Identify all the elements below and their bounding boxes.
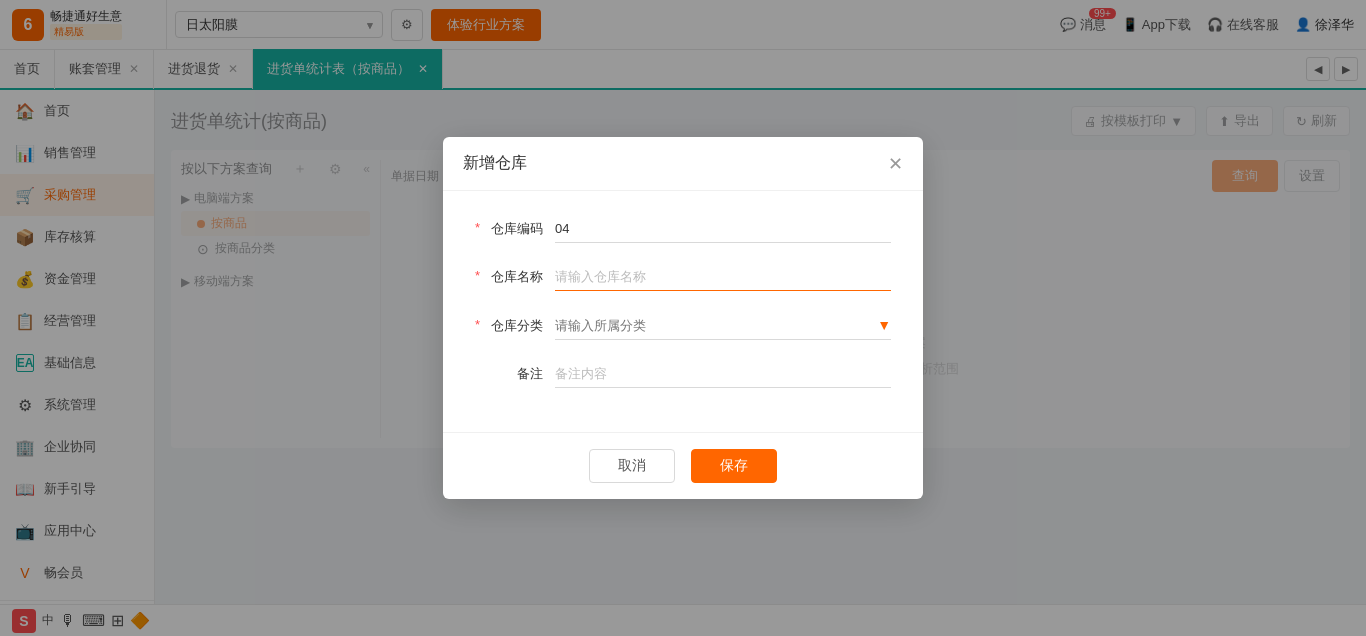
- save-btn[interactable]: 保存: [691, 449, 777, 483]
- modal-overlay: 新增仓库 ✕ 仓库编码 仓库名称 仓库分类 ▼: [0, 0, 1366, 636]
- dialog-new-warehouse: 新增仓库 ✕ 仓库编码 仓库名称 仓库分类 ▼: [443, 137, 923, 499]
- dialog-close-btn[interactable]: ✕: [888, 155, 903, 173]
- dialog-header: 新增仓库 ✕: [443, 137, 923, 191]
- warehouse-category-label: 仓库分类: [475, 317, 555, 335]
- cancel-btn[interactable]: 取消: [589, 449, 675, 483]
- warehouse-category-input[interactable]: [555, 318, 877, 333]
- form-row-category: 仓库分类 ▼: [475, 311, 891, 340]
- warehouse-name-label: 仓库名称: [475, 268, 555, 286]
- warehouse-code-label: 仓库编码: [475, 220, 555, 238]
- dialog-footer: 取消 保存: [443, 432, 923, 499]
- warehouse-name-input[interactable]: [555, 263, 891, 291]
- dialog-title: 新增仓库: [463, 153, 527, 174]
- warehouse-code-input[interactable]: [555, 215, 891, 243]
- form-row-note: 备注: [475, 360, 891, 388]
- form-row-name: 仓库名称: [475, 263, 891, 291]
- dialog-body: 仓库编码 仓库名称 仓库分类 ▼ 备注: [443, 191, 923, 432]
- category-dropdown-icon: ▼: [877, 317, 891, 333]
- warehouse-category-select[interactable]: ▼: [555, 311, 891, 340]
- note-label: 备注: [475, 365, 555, 383]
- note-input[interactable]: [555, 360, 891, 388]
- form-row-code: 仓库编码: [475, 215, 891, 243]
